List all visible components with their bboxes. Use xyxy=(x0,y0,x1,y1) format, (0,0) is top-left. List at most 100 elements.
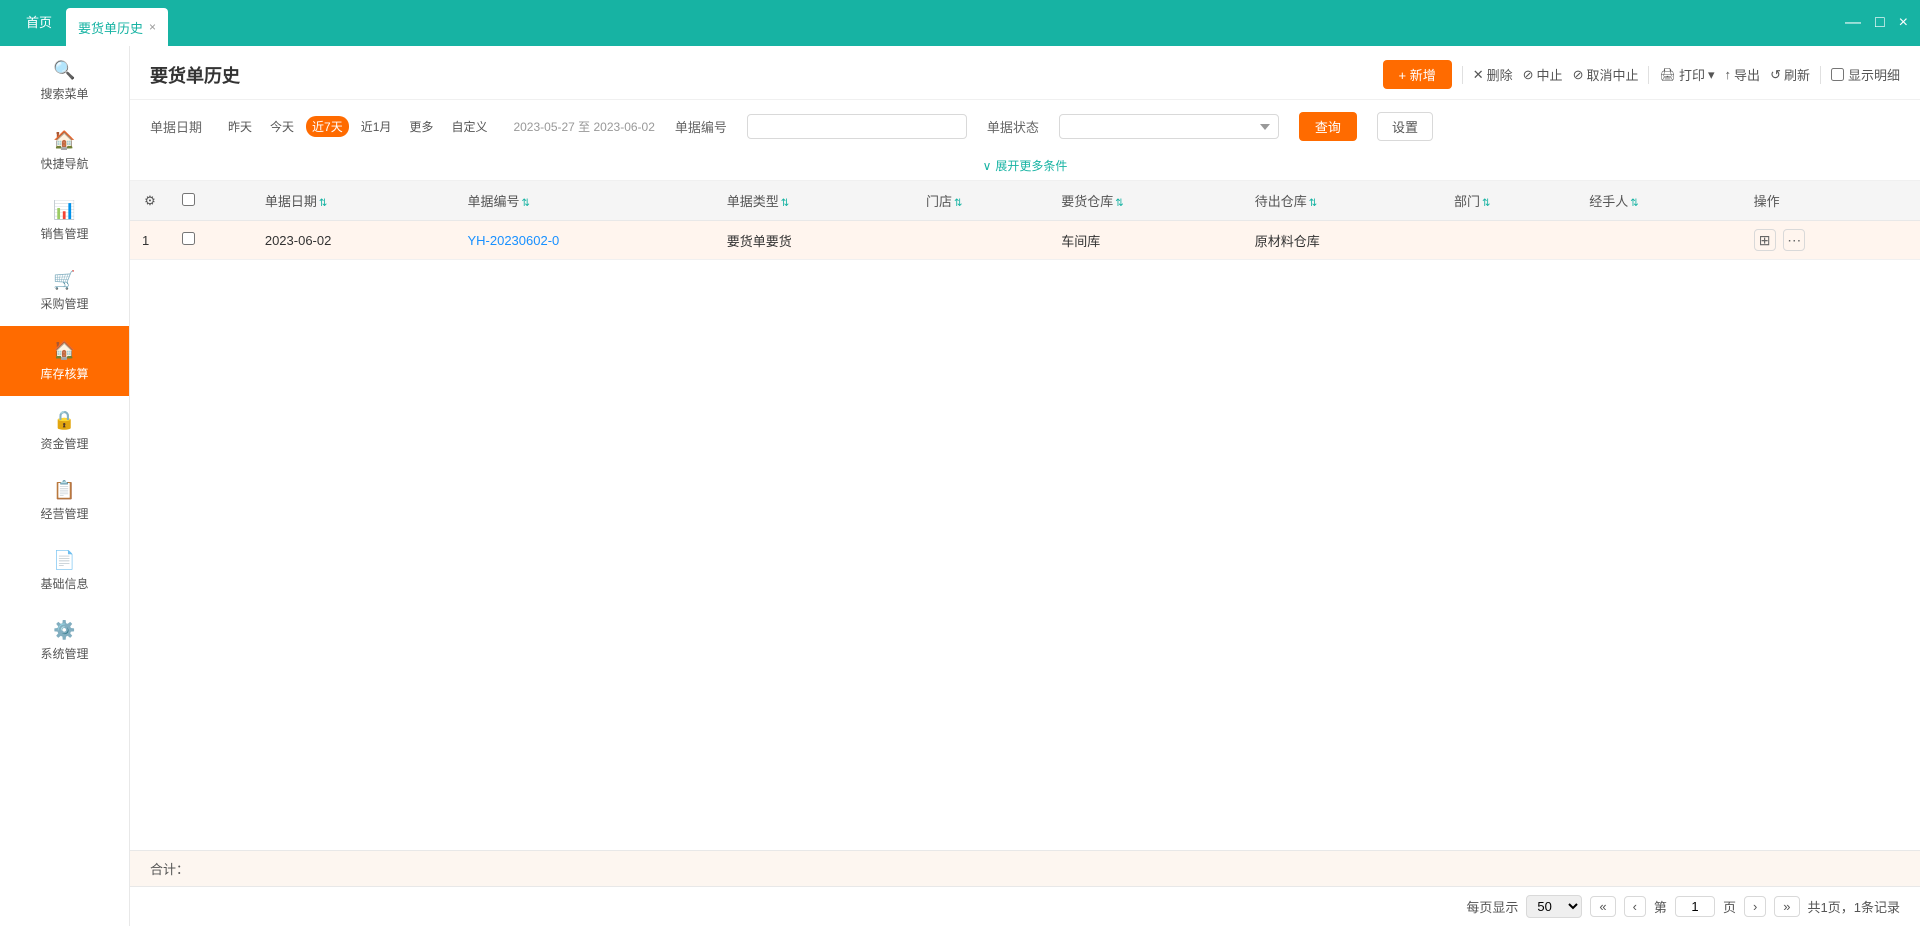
page-size-label: 每页显示 xyxy=(1466,897,1518,916)
last-page-btn[interactable]: » xyxy=(1774,896,1799,917)
th-reqwarehouse[interactable]: 要货仓库⇅ xyxy=(1049,181,1242,221)
th-dept[interactable]: 部门⇅ xyxy=(1442,181,1577,221)
table-area: ⚙ 单据日期⇅ 单据编号⇅ 单据类型⇅ 门店⇅ 要货仓库⇅ 待出仓库⇅ 部门⇅ … xyxy=(130,181,1920,850)
date-label: 单据日期 xyxy=(150,117,202,136)
print-btn[interactable]: 🖨 打印 ▾ xyxy=(1659,65,1714,84)
print-icon: 🖨 xyxy=(1659,67,1676,83)
data-table: ⚙ 单据日期⇅ 单据编号⇅ 单据类型⇅ 门店⇅ 要货仓库⇅ 待出仓库⇅ 部门⇅ … xyxy=(130,181,1920,260)
operation-icon: 📋 xyxy=(53,480,75,501)
basic-label: 基础信息 xyxy=(40,575,88,592)
date-btn-yesterday[interactable]: 昨天 xyxy=(222,116,258,137)
sidebar-item-finance[interactable]: 🔒资金管理 xyxy=(0,396,129,466)
new-btn[interactable]: + 新增 xyxy=(1383,60,1452,89)
sidebar-item-quick-nav[interactable]: 🏠快捷导航 xyxy=(0,116,129,186)
table-body: 1 2023-06-02 YH-20230602-0 要货单要货 车间库 原材料… xyxy=(130,221,1920,260)
pagination-bar: 每页显示 50 20 100 « ‹ 第 页 › » 共1页，1条记录 xyxy=(130,886,1920,926)
system-icon: ⚙️ xyxy=(53,620,75,641)
active-tab[interactable]: 要货单历史 × xyxy=(66,8,168,46)
export-icon: ↑ xyxy=(1725,67,1732,82)
th-docdate[interactable]: 单据日期⇅ xyxy=(253,181,456,221)
th-dept-label: 部门 xyxy=(1454,194,1480,209)
cell-operation: ⊞ ⋯ xyxy=(1742,221,1920,260)
cancel-stop-icon: ⊘ xyxy=(1573,67,1584,83)
docno-input[interactable] xyxy=(747,114,967,139)
status-label: 单据状态 xyxy=(987,117,1039,136)
tab-close-icon[interactable]: × xyxy=(149,20,156,34)
search-menu-label: 搜索菜单 xyxy=(40,85,88,102)
cancel-stop-btn[interactable]: ⊘ 取消中止 xyxy=(1573,65,1639,84)
sort-dept-icon: ⇅ xyxy=(1482,198,1490,209)
top-bar: 首页 要货单历史 × — □ × xyxy=(0,0,1920,46)
sort-doctype-icon: ⇅ xyxy=(781,198,789,209)
sidebar-item-sales[interactable]: 📊销售管理 xyxy=(0,186,129,256)
display-detail-toggle[interactable]: 显示明细 xyxy=(1831,65,1900,84)
docno-label: 单据编号 xyxy=(675,117,727,136)
select-all-checkbox[interactable] xyxy=(182,193,195,206)
cell-index: 1 xyxy=(130,221,170,260)
cell-docno[interactable]: YH-20230602-0 xyxy=(455,221,714,260)
expand-more-btn[interactable]: ∨ 展开更多条件 xyxy=(150,151,1900,180)
next-page-btn[interactable]: › xyxy=(1744,896,1766,917)
sidebar-item-basic[interactable]: 📄基础信息 xyxy=(0,536,129,606)
th-handler-label: 经手人 xyxy=(1589,194,1628,209)
sidebar-item-purchase[interactable]: 🛒采购管理 xyxy=(0,256,129,326)
th-checkbox[interactable] xyxy=(170,181,253,221)
prev-page-btn[interactable]: ‹ xyxy=(1624,896,1646,917)
cell-doctype: 要货单要货 xyxy=(715,221,914,260)
first-page-btn[interactable]: « xyxy=(1590,896,1615,917)
op-view-btn[interactable]: ⊞ xyxy=(1754,229,1776,251)
delete-btn[interactable]: ✕ 删除 xyxy=(1473,65,1513,84)
sidebar: 🔍 搜索菜单 🏠快捷导航📊销售管理🛒采购管理🏠库存核算🔒资金管理📋经营管理📄基础信息… xyxy=(0,46,130,926)
status-select[interactable] xyxy=(1059,114,1279,139)
cell-docdate: 2023-06-02 xyxy=(253,221,456,260)
th-settings[interactable]: ⚙ xyxy=(130,181,170,221)
home-tab[interactable]: 首页 xyxy=(12,0,66,46)
cell-checkbox[interactable] xyxy=(170,221,253,260)
table-row: 1 2023-06-02 YH-20230602-0 要货单要货 车间库 原材料… xyxy=(130,221,1920,260)
settings-btn[interactable]: 设置 xyxy=(1377,112,1433,141)
page-title: 要货单历史 xyxy=(150,62,240,98)
sort-docno-icon: ⇅ xyxy=(521,198,529,209)
th-docno-label: 单据编号 xyxy=(467,194,519,209)
sort-handler-icon: ⇅ xyxy=(1630,198,1638,209)
th-pendingwarehouse[interactable]: 待出仓库⇅ xyxy=(1243,181,1442,221)
cell-handler xyxy=(1577,221,1741,260)
docno-link[interactable]: YH-20230602-0 xyxy=(467,233,559,248)
date-btn-more[interactable]: 更多 xyxy=(403,116,439,137)
refresh-btn[interactable]: ↺ 刷新 xyxy=(1770,65,1810,84)
th-docno[interactable]: 单据编号⇅ xyxy=(455,181,714,221)
page-header: 要货单历史 + 新增 ✕ 删除 ⊘ 中止 ⊘ xyxy=(130,46,1920,100)
sidebar-item-system[interactable]: ⚙️系统管理 xyxy=(0,606,129,676)
stop-icon: ⊘ xyxy=(1523,67,1534,83)
date-btn-1month[interactable]: 近1月 xyxy=(355,116,398,137)
search-menu-icon: 🔍 xyxy=(53,60,75,81)
page-content: 要货单历史 + 新增 ✕ 删除 ⊘ 中止 ⊘ xyxy=(130,46,1920,926)
divider xyxy=(1462,66,1463,84)
stop-btn[interactable]: ⊘ 中止 xyxy=(1523,65,1563,84)
maximize-icon[interactable]: □ xyxy=(1875,14,1885,32)
sidebar-item-inventory[interactable]: 🏠库存核算 xyxy=(0,326,129,396)
page-size-select[interactable]: 50 20 100 xyxy=(1526,895,1582,918)
th-doctype[interactable]: 单据类型⇅ xyxy=(715,181,914,221)
th-handler[interactable]: 经手人⇅ xyxy=(1577,181,1741,221)
sort-reqwarehouse-icon: ⇅ xyxy=(1115,198,1123,209)
display-detail-checkbox[interactable] xyxy=(1831,68,1844,81)
page-input[interactable] xyxy=(1675,896,1715,917)
th-store-label: 门店 xyxy=(926,194,952,209)
row-checkbox[interactable] xyxy=(182,232,195,245)
cell-dept xyxy=(1442,221,1577,260)
sidebar-item-search-menu[interactable]: 🔍 搜索菜单 xyxy=(0,46,129,116)
export-btn[interactable]: ↑ 导出 xyxy=(1725,65,1761,84)
minimize-icon[interactable]: — xyxy=(1845,14,1861,32)
print-dropdown-icon: ▾ xyxy=(1708,67,1715,83)
date-range-text: 2023-05-27 至 2023-06-02 xyxy=(513,118,654,135)
sidebar-item-operation[interactable]: 📋经营管理 xyxy=(0,466,129,536)
query-btn[interactable]: 查询 xyxy=(1299,112,1357,141)
date-btn-today[interactable]: 今天 xyxy=(264,116,300,137)
op-more-btn[interactable]: ⋯ xyxy=(1783,229,1805,251)
window-controls: — □ × xyxy=(1845,14,1908,32)
close-icon[interactable]: × xyxy=(1899,14,1908,32)
date-btn-custom[interactable]: 自定义 xyxy=(445,116,493,137)
date-btn-7days[interactable]: 近7天 xyxy=(306,116,349,137)
th-store[interactable]: 门店⇅ xyxy=(914,181,1049,221)
